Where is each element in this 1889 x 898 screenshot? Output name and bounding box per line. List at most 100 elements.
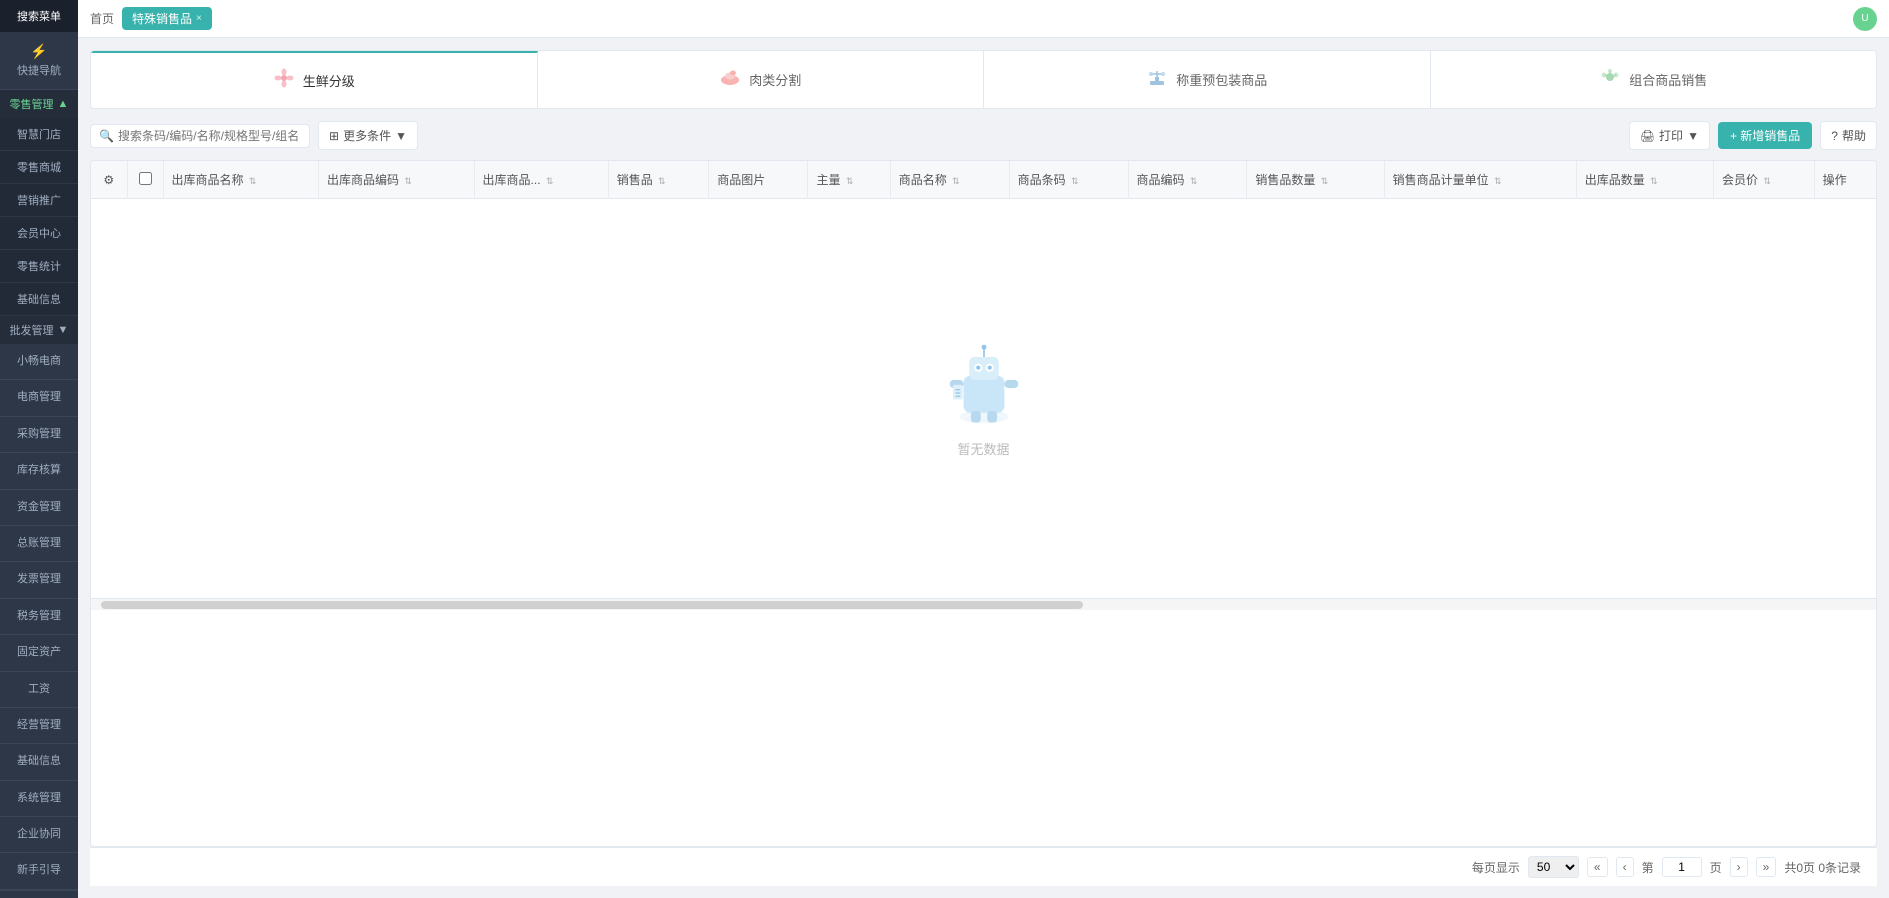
product-type-tabs: 生鲜分级 肉类分割 [90, 50, 1877, 109]
th-checkbox[interactable] [127, 161, 163, 199]
th-sale-product[interactable]: 销售品 ⇅ [608, 161, 709, 199]
tab-combo-sale[interactable]: 组合商品销售 [1431, 51, 1877, 108]
select-all-checkbox[interactable] [139, 172, 152, 185]
th-out-product-code[interactable]: 出库商品编码 ⇅ [319, 161, 475, 199]
th-out-qty[interactable]: 出库品数量 ⇅ [1576, 161, 1713, 199]
sidebar-item-ops-mgmt[interactable]: 经营管理 [0, 708, 78, 744]
page-size-select[interactable]: 10 20 50 100 [1528, 856, 1579, 878]
main-area: 首页 特殊销售品 × U [78, 0, 1889, 898]
sort-icon: ⇅ [846, 176, 854, 186]
sidebar-sub-basic-info[interactable]: 基础信息 [0, 283, 78, 316]
sidebar-item-fixed-assets[interactable]: 固定资产 [0, 635, 78, 671]
empty-state-row: 暂无数据 [91, 199, 1876, 599]
tab-weigh-prepack-label: 称重预包装商品 [1176, 70, 1267, 89]
sort-icon: ⇅ [1321, 176, 1329, 186]
th-product-code[interactable]: 商品编码 ⇅ [1128, 161, 1247, 199]
quick-nav-icon: ⚡ [30, 42, 47, 62]
sidebar-sub-retail-stats[interactable]: 零售统计 [0, 250, 78, 283]
settings-icon: ⚙ [103, 173, 114, 187]
sidebar-item-newbie[interactable]: 新手引导 [0, 853, 78, 889]
sidebar-item-quick-nav[interactable]: ⚡ 快捷导航 [0, 32, 78, 90]
combo-sale-icon [1599, 67, 1621, 92]
th-out-product-spec[interactable]: 出库商品... ⇅ [474, 161, 608, 199]
sidebar-item-enterprise[interactable]: 企业协同 [0, 817, 78, 853]
topbar-active-tab[interactable]: 特殊销售品 × [122, 7, 212, 30]
next-page-button[interactable]: › [1730, 857, 1748, 877]
weigh-prepack-icon [1146, 67, 1168, 92]
search-box[interactable]: 🔍 [90, 124, 310, 148]
horizontal-scrollbar-thumb[interactable] [101, 601, 1083, 609]
sidebar-sub-marketing[interactable]: 营销推广 [0, 184, 78, 217]
sidebar-item-ecommerce[interactable]: 电商管理 [0, 380, 78, 416]
th-product-barcode[interactable]: 商品条码 ⇅ [1009, 161, 1128, 199]
page-number-input[interactable] [1662, 857, 1702, 877]
data-table: ⚙ 出库商品名称 ⇅ 出库商品编码 ⇅ [91, 161, 1876, 598]
filter-button[interactable]: ⊞ 更多条件 ▼ [318, 121, 418, 150]
sidebar-item-inventory[interactable]: 库存核算 [0, 453, 78, 489]
last-page-button[interactable]: » [1756, 857, 1777, 877]
sort-icon: ⇅ [1763, 176, 1771, 186]
batch-mgmt-label: 批发管理 [10, 322, 54, 338]
sidebar-sub-retail-mall[interactable]: 零售商城 [0, 151, 78, 184]
topbar-right: U [1853, 7, 1877, 31]
prev-page-button[interactable]: ‹ [1616, 857, 1634, 877]
topbar-home-link[interactable]: 首页 [90, 10, 114, 27]
sidebar: 搜索菜单 ⚡ 快捷导航 零售管理 ▲ 智慧门店 零售商城 营销推广 会员中心 零… [0, 0, 78, 898]
sidebar-item-batch-mgmt[interactable]: 批发管理 ▼ [0, 316, 78, 344]
sidebar-sub-smart-store[interactable]: 智慧门店 [0, 118, 78, 151]
sidebar-logo[interactable]: 搜索菜单 [0, 0, 78, 32]
tab-meat-cut[interactable]: 肉类分割 [538, 51, 985, 108]
sidebar-item-system-mgmt[interactable]: 系统管理 [0, 781, 78, 817]
th-product-name[interactable]: 商品名称 ⇅ [890, 161, 1009, 199]
th-main-weight[interactable]: 主量 ⇅ [808, 161, 890, 199]
topbar-tab-label: 特殊销售品 [132, 10, 192, 27]
sidebar-item-purchase[interactable]: 采购管理 [0, 417, 78, 453]
print-button[interactable]: 🖨 打印 ▼ [1629, 121, 1710, 150]
sidebar-item-miniapp[interactable]: 小畅电商 [0, 344, 78, 380]
sort-icon: ⇅ [1190, 176, 1198, 186]
th-sale-qty[interactable]: 销售品数量 ⇅ [1247, 161, 1384, 199]
total-label: 共0页 0条记录 [1784, 859, 1861, 876]
content-area: 生鲜分级 肉类分割 [78, 38, 1889, 898]
new-sale-item-button[interactable]: + 新增销售品 [1718, 122, 1812, 149]
topbar-close-icon[interactable]: × [196, 13, 202, 24]
empty-text: 暂无数据 [957, 439, 1009, 458]
print-icon: 🖨 [1640, 129, 1655, 143]
tab-meat-cut-label: 肉类分割 [749, 70, 801, 89]
th-member-price[interactable]: 会员价 ⇅ [1713, 161, 1814, 199]
user-avatar[interactable]: U [1853, 7, 1877, 31]
sidebar-item-retail-mgmt[interactable]: 零售管理 ▲ [0, 90, 78, 118]
horizontal-scrollbar[interactable] [91, 598, 1876, 610]
page-label-suffix: 页 [1710, 859, 1722, 876]
help-button[interactable]: ? 帮助 [1820, 121, 1877, 150]
sort-icon: ⇅ [249, 176, 257, 186]
sidebar-item-finance[interactable]: 资金管理 [0, 490, 78, 526]
tab-fresh-grade[interactable]: 生鲜分级 [91, 51, 538, 108]
table-header-row: ⚙ 出库商品名称 ⇅ 出库商品编码 ⇅ [91, 161, 1876, 199]
tab-weigh-prepack[interactable]: 称重预包装商品 [984, 51, 1431, 108]
empty-illustration [934, 339, 1034, 429]
search-input[interactable] [118, 129, 301, 143]
sidebar-item-general-ledger[interactable]: 总账管理 [0, 526, 78, 562]
toolbar: 🔍 ⊞ 更多条件 ▼ 🖨 打印 ▼ + 新增销售品 ? 帮助 [90, 121, 1877, 150]
sidebar-item-basic-info2[interactable]: 基础信息 [0, 744, 78, 780]
th-sale-unit[interactable]: 销售商品计量单位 ⇅ [1384, 161, 1576, 199]
sidebar-item-invoice[interactable]: 发票管理 [0, 562, 78, 598]
data-table-container: ⚙ 出库商品名称 ⇅ 出库商品编码 ⇅ [90, 160, 1877, 847]
th-product-image[interactable]: 商品图片 [709, 161, 808, 199]
page-label-prefix: 第 [1642, 859, 1654, 876]
sidebar-item-wages[interactable]: 工资 [0, 672, 78, 708]
sort-icon: ⇅ [1071, 176, 1079, 186]
th-out-product-name[interactable]: 出库商品名称 ⇅ [163, 161, 319, 199]
tab-combo-sale-label: 组合商品销售 [1629, 70, 1707, 89]
sort-icon: ⇅ [952, 176, 960, 186]
sidebar-sub-member-center[interactable]: 会员中心 [0, 217, 78, 250]
first-page-button[interactable]: « [1587, 857, 1608, 877]
empty-state: 暂无数据 [91, 259, 1876, 538]
th-settings[interactable]: ⚙ [91, 161, 127, 199]
search-icon: 🔍 [99, 129, 114, 143]
sidebar-item-tax[interactable]: 税务管理 [0, 599, 78, 635]
tab-fresh-grade-label: 生鲜分级 [303, 71, 355, 90]
sidebar-gear-button[interactable]: ⚙ [0, 890, 78, 898]
filter-icon: ⊞ [329, 129, 339, 143]
